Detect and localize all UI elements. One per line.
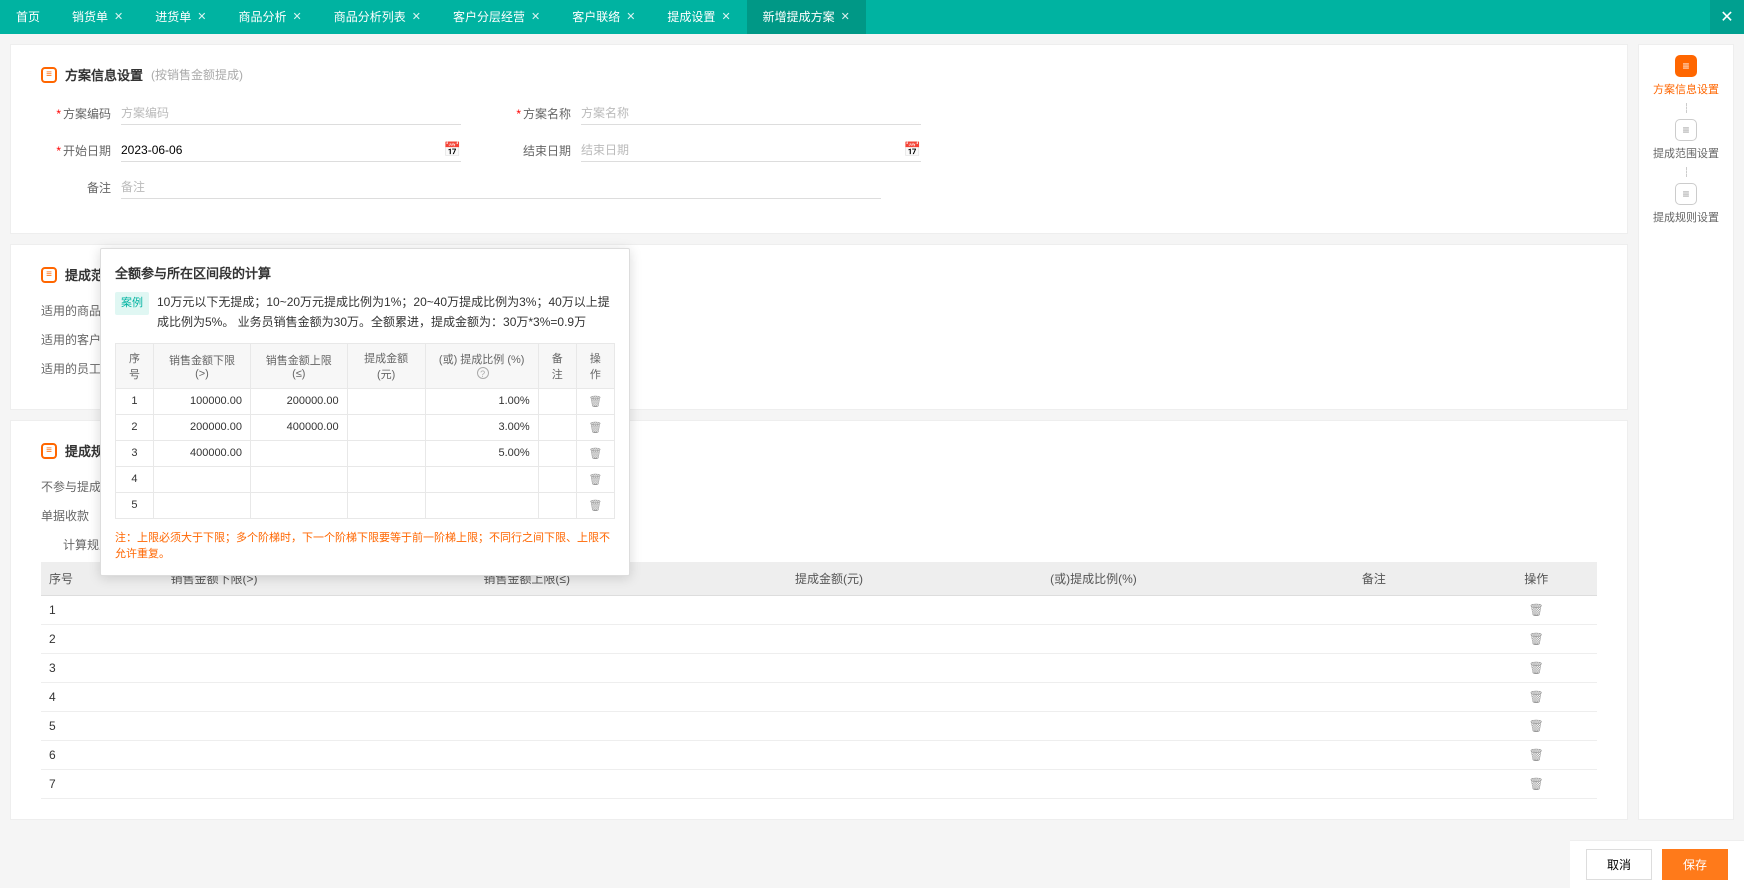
popover-title: 全额参与所在区间段的计算 — [115, 263, 615, 282]
table-row[interactable]: 5🗑 — [41, 711, 1597, 740]
close-icon[interactable]: ✕ — [841, 0, 850, 34]
table-row[interactable]: 6🗑 — [41, 740, 1597, 769]
code-label: *方案编码 — [41, 105, 111, 122]
col-header: 提成金额(元) — [787, 562, 1042, 596]
code-input[interactable] — [121, 102, 461, 125]
tab-首页[interactable]: 首页 — [0, 0, 56, 34]
delete-icon[interactable]: 🗑 — [1529, 661, 1544, 675]
step-icon: ≡ — [1675, 119, 1697, 141]
table-row[interactable]: 3🗑 — [41, 653, 1597, 682]
col-header: 操作 — [1475, 562, 1597, 596]
col-header: (或)提成比例(%) — [1042, 562, 1354, 596]
tab-商品分析列表[interactable]: 商品分析列表✕ — [318, 0, 437, 34]
panel1-title: 方案信息设置 — [65, 65, 143, 84]
close-icon[interactable]: ✕ — [531, 0, 540, 34]
tab-客户分层经营[interactable]: 客户分层经营✕ — [437, 0, 556, 34]
cancel-button[interactable]: 取消 — [1586, 849, 1652, 880]
tab-商品分析[interactable]: 商品分析✕ — [222, 0, 317, 34]
delete-icon[interactable]: 🗑 — [1529, 719, 1544, 733]
step-方案信息设置[interactable]: ≡方案信息设置 — [1653, 55, 1719, 97]
panel-plan-info: ≡ 方案信息设置 (按销售金额提成) *方案编码 *方案名称 *开始日期 — [10, 44, 1628, 234]
save-button[interactable]: 保存 — [1662, 849, 1728, 880]
delete-icon[interactable]: 🗑 — [1529, 632, 1544, 646]
name-label: *方案名称 — [501, 105, 571, 122]
table-row[interactable]: 4🗑 — [41, 682, 1597, 711]
table-row[interactable]: 7🗑 — [41, 769, 1597, 798]
tab-销货单[interactable]: 销货单✕ — [56, 0, 139, 34]
popover-note: 注：上限必须大于下限；多个阶梯时，下一个阶梯下限要等于前一阶梯上限；不同行之间下… — [115, 529, 615, 561]
calendar-icon[interactable]: 📅 — [904, 141, 921, 158]
col-header: 操作 — [576, 343, 614, 388]
step-提成规则设置[interactable]: ≡提成规则设置 — [1653, 183, 1719, 225]
delete-icon[interactable]: 🗑 — [588, 500, 602, 512]
case-text: 10万元以下无提成；10~20万元提成比例为1%；20~40万提成比例为3%；4… — [157, 292, 615, 333]
table-row: 5🗑 — [116, 492, 615, 518]
delete-icon[interactable]: 🗑 — [588, 474, 602, 486]
col-header: 销售金额上限 (≤) — [250, 343, 347, 388]
col-header: 备注 — [1354, 562, 1476, 596]
panel-icon: ≡ — [41, 443, 57, 459]
tooltip-popover: 全额参与所在区间段的计算 案例 10万元以下无提成；10~20万元提成比例为1%… — [100, 248, 630, 576]
tab-提成设置[interactable]: 提成设置✕ — [651, 0, 746, 34]
col-header: 备注 — [538, 343, 576, 388]
step-icon: ≡ — [1675, 183, 1697, 205]
case-tag: 案例 — [115, 292, 149, 315]
table-row[interactable]: 1🗑 — [41, 595, 1597, 624]
tab-客户联络[interactable]: 客户联络✕ — [556, 0, 651, 34]
end-date-input[interactable] — [581, 139, 921, 162]
close-icon[interactable]: ✕ — [412, 0, 421, 34]
tier-table: 序号销售金额下限(>)销售金额上限(≤)提成金额(元)(或)提成比例(%)备注操… — [41, 562, 1597, 799]
step-icon: ≡ — [1675, 55, 1697, 77]
table-row: 2200000.00400000.003.00%🗑 — [116, 414, 615, 440]
close-icon[interactable]: ✕ — [626, 0, 635, 34]
end-label: 结束日期 — [501, 142, 571, 159]
table-row: 1100000.00200000.001.00%🗑 — [116, 388, 615, 414]
start-label: *开始日期 — [41, 142, 111, 159]
delete-icon[interactable]: 🗑 — [588, 396, 602, 408]
col-header: 提成金额 (元) — [347, 343, 425, 388]
close-icon[interactable]: ✕ — [197, 0, 206, 34]
col-header: 序号 — [116, 343, 154, 388]
remark-input[interactable] — [121, 176, 881, 199]
start-date-input[interactable] — [121, 139, 461, 162]
delete-icon[interactable]: 🗑 — [1529, 603, 1544, 617]
help-icon[interactable]: ? — [477, 367, 489, 379]
footer-actions: 取消 保存 — [1570, 840, 1744, 888]
tab-bar-close-button[interactable]: ✕ — [1710, 0, 1744, 34]
step-nav: ≡方案信息设置 ≡提成范围设置 ≡提成规则设置 — [1638, 44, 1734, 820]
col-header: (或) 提成比例 (%) ? — [425, 343, 538, 388]
col-header: 销售金额下限 (>) — [153, 343, 250, 388]
tab-bar: 首页销货单✕进货单✕商品分析✕商品分析列表✕客户分层经营✕客户联络✕提成设置✕新… — [0, 0, 1744, 34]
close-icon[interactable]: ✕ — [721, 0, 730, 34]
panel-icon: ≡ — [41, 267, 57, 283]
delete-icon[interactable]: 🗑 — [588, 448, 602, 460]
table-row: 3400000.005.00%🗑 — [116, 440, 615, 466]
delete-icon[interactable]: 🗑 — [1529, 777, 1544, 791]
delete-icon[interactable]: 🗑 — [588, 422, 602, 434]
close-icon[interactable]: ✕ — [114, 0, 123, 34]
delete-icon[interactable]: 🗑 — [1529, 690, 1544, 704]
delete-icon[interactable]: 🗑 — [1529, 748, 1544, 762]
calendar-icon[interactable]: 📅 — [444, 141, 461, 158]
remark-label: 备注 — [41, 179, 111, 196]
panel1-sub: (按销售金额提成) — [151, 66, 243, 83]
example-table: 序号销售金额下限 (>)销售金额上限 (≤)提成金额 (元)(或) 提成比例 (… — [115, 343, 615, 519]
panel-icon: ≡ — [41, 67, 57, 83]
step-提成范围设置[interactable]: ≡提成范围设置 — [1653, 119, 1719, 161]
tab-进货单[interactable]: 进货单✕ — [139, 0, 222, 34]
name-input[interactable] — [581, 102, 921, 125]
close-icon[interactable]: ✕ — [293, 0, 302, 34]
tab-新增提成方案[interactable]: 新增提成方案✕ — [747, 0, 866, 34]
table-row[interactable]: 2🗑 — [41, 624, 1597, 653]
table-row: 4🗑 — [116, 466, 615, 492]
